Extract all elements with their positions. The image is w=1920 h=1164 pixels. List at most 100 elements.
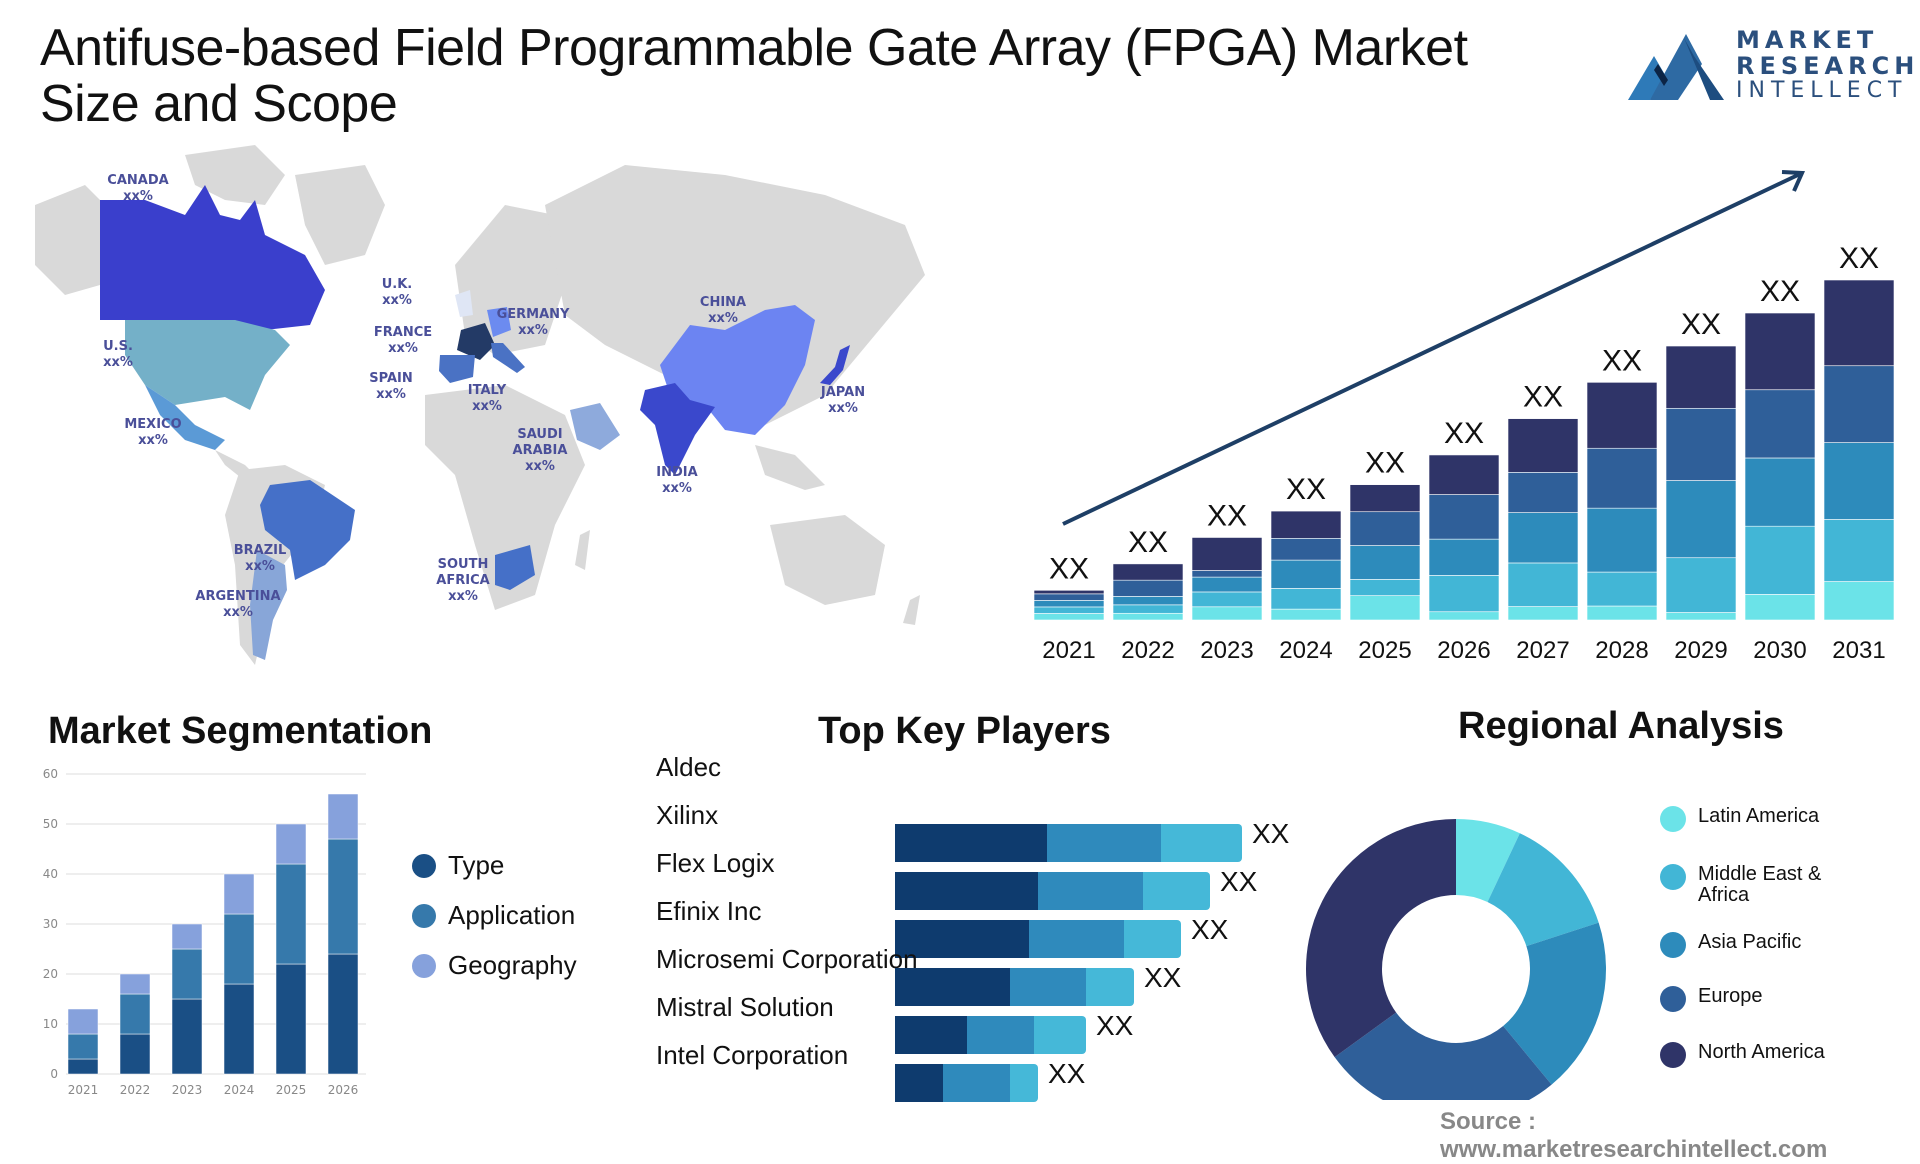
- growth-bar-segment: [1507, 562, 1579, 607]
- key-player-value-label: XX: [1220, 866, 1258, 897]
- key-players-title: Top Key Players: [818, 710, 1111, 752]
- growth-data-label: XX: [1128, 526, 1168, 559]
- map-region-australia: [770, 515, 885, 605]
- key-player-value-label: XX: [1144, 962, 1182, 993]
- map-region-saudi-arabia: [570, 403, 620, 450]
- seg-y-tick: 60: [43, 767, 58, 781]
- map-region-uk: [455, 290, 473, 317]
- growth-bar-segment: [1270, 588, 1342, 610]
- seg-bar-segment-application: [119, 993, 151, 1035]
- map-region-greenland: [295, 165, 385, 265]
- legend-label: Geography: [448, 950, 577, 980]
- growth-bar-2024: [1270, 510, 1342, 621]
- growth-bar-segment: [1507, 418, 1579, 473]
- key-player-bar-segment: [1010, 968, 1086, 1006]
- seg-x-tick: 2022: [120, 1083, 151, 1097]
- regional-legend-item: Latin America: [1660, 806, 1819, 832]
- seg-y-tick: 40: [43, 867, 58, 881]
- market-growth-chart: XX 2021 XX 2022 XX 2023 XX 2024 XX 2025 XX 2026 XX 20…: [1020, 160, 1920, 670]
- growth-bar-segment: [1112, 596, 1184, 606]
- growth-bar-segment: [1349, 595, 1421, 621]
- growth-bar-segment: [1112, 579, 1184, 597]
- regional-analysis-chart: Latin America Middle East & Africa Asia Pa…: [1290, 760, 1910, 1119]
- growth-x-tick: 2028: [1595, 637, 1648, 664]
- growth-data-label: XX: [1444, 417, 1484, 450]
- key-player-name: Microsemi Corporation: [656, 944, 918, 974]
- growth-data-label: XX: [1286, 473, 1326, 506]
- seg-bar-2022: [119, 973, 151, 1075]
- growth-bar-segment: [1586, 447, 1658, 509]
- legend-dot-icon: [412, 953, 436, 978]
- growth-bar-segment: [1112, 604, 1184, 614]
- source-text: Source : www.marketresearchintellect.com: [1440, 1108, 1828, 1163]
- growth-bar-2026: [1428, 454, 1500, 621]
- map-label-saudi-arabia: SAUDI ARABIA xx%: [512, 427, 568, 474]
- growth-bar-segment: [1665, 407, 1737, 481]
- key-player-value-label: XX: [1096, 1010, 1134, 1041]
- map-label-france: FRANCE xx%: [373, 325, 433, 356]
- seg-bar-segment-type: [223, 983, 255, 1075]
- seg-bar-segment-geography: [275, 823, 307, 865]
- legend-dot-icon: [412, 903, 436, 928]
- growth-bar-segment: [1033, 593, 1105, 601]
- legend-label: Application: [448, 900, 576, 930]
- map-label-china: CHINA xx%: [699, 295, 747, 326]
- regional-legend-item: North America: [1660, 1042, 1825, 1068]
- key-player-bar-segment: [895, 872, 1038, 910]
- growth-bar-2029: [1665, 345, 1737, 621]
- legend-label: North America: [1698, 1041, 1825, 1063]
- seg-bar-segment-type: [67, 1058, 99, 1075]
- growth-bar-segment: [1349, 579, 1421, 596]
- growth-bar-segment: [1191, 591, 1263, 608]
- growth-bar-segment: [1270, 608, 1342, 621]
- brand-logo: MARKET RESEARCH INTELLECT: [1628, 26, 1914, 108]
- seg-legend-item: Type: [412, 850, 504, 881]
- seg-bar-segment-type: [171, 998, 203, 1075]
- key-player-bar-segment: [1143, 872, 1210, 910]
- growth-bar-segment: [1665, 480, 1737, 559]
- key-player-bar-segment: [895, 968, 1010, 1006]
- map-region-spain: [439, 355, 475, 383]
- seg-bar-2026: [327, 793, 359, 1075]
- donut-slice-north-america: [1306, 819, 1456, 1058]
- map-label-argentina: ARGENTINA xx%: [195, 589, 281, 620]
- seg-legend-item: Geography: [412, 950, 577, 981]
- map-label-brazil: BRAZIL xx%: [233, 543, 287, 574]
- seg-bar-2023: [171, 923, 203, 1075]
- key-player-bar-segment: [895, 824, 1047, 862]
- growth-bar-segment: [1191, 606, 1263, 621]
- growth-data-label: XX: [1681, 308, 1721, 341]
- growth-bar-segment: [1586, 507, 1658, 573]
- growth-bar-segment: [1665, 345, 1737, 409]
- growth-bar-segment: [1507, 512, 1579, 564]
- logo-line-1: MARKET: [1736, 26, 1879, 54]
- growth-bar-segment: [1744, 525, 1816, 595]
- regional-legend-item: Europe: [1660, 986, 1763, 1012]
- growth-bar-2031: [1823, 279, 1895, 621]
- map-label-spain: SPAIN xx%: [369, 371, 413, 402]
- growth-data-label: XX: [1760, 275, 1800, 308]
- map-label-canada: CANADA xx%: [107, 173, 169, 204]
- growth-data-label: XX: [1523, 381, 1563, 414]
- seg-bar-segment-geography: [327, 793, 359, 840]
- map-label-italy: ITALY xx%: [467, 383, 507, 414]
- growth-x-tick: 2029: [1674, 637, 1727, 664]
- growth-bar-segment: [1270, 559, 1342, 589]
- growth-x-tick: 2025: [1358, 637, 1411, 664]
- growth-bar-segment: [1586, 382, 1658, 449]
- growth-bar-segment: [1112, 612, 1184, 621]
- key-player-value-label: XX: [1048, 1058, 1086, 1089]
- seg-y-tick: 20: [43, 967, 58, 981]
- map-label-south-africa: SOUTH AFRICA xx%: [436, 557, 490, 604]
- growth-bar-segment: [1270, 538, 1342, 561]
- growth-bar-segment: [1428, 538, 1500, 576]
- key-player-value-label: XX: [1191, 914, 1229, 945]
- logo-line-3: INTELLECT: [1736, 78, 1908, 103]
- map-region-us: [125, 320, 290, 410]
- growth-bar-segment: [1744, 312, 1816, 391]
- map-region-canada: [100, 185, 325, 335]
- growth-bar-2021: [1033, 589, 1105, 621]
- growth-bar-segment: [1823, 442, 1895, 520]
- growth-bar-segment: [1665, 612, 1737, 621]
- growth-bar-segment: [1033, 613, 1105, 621]
